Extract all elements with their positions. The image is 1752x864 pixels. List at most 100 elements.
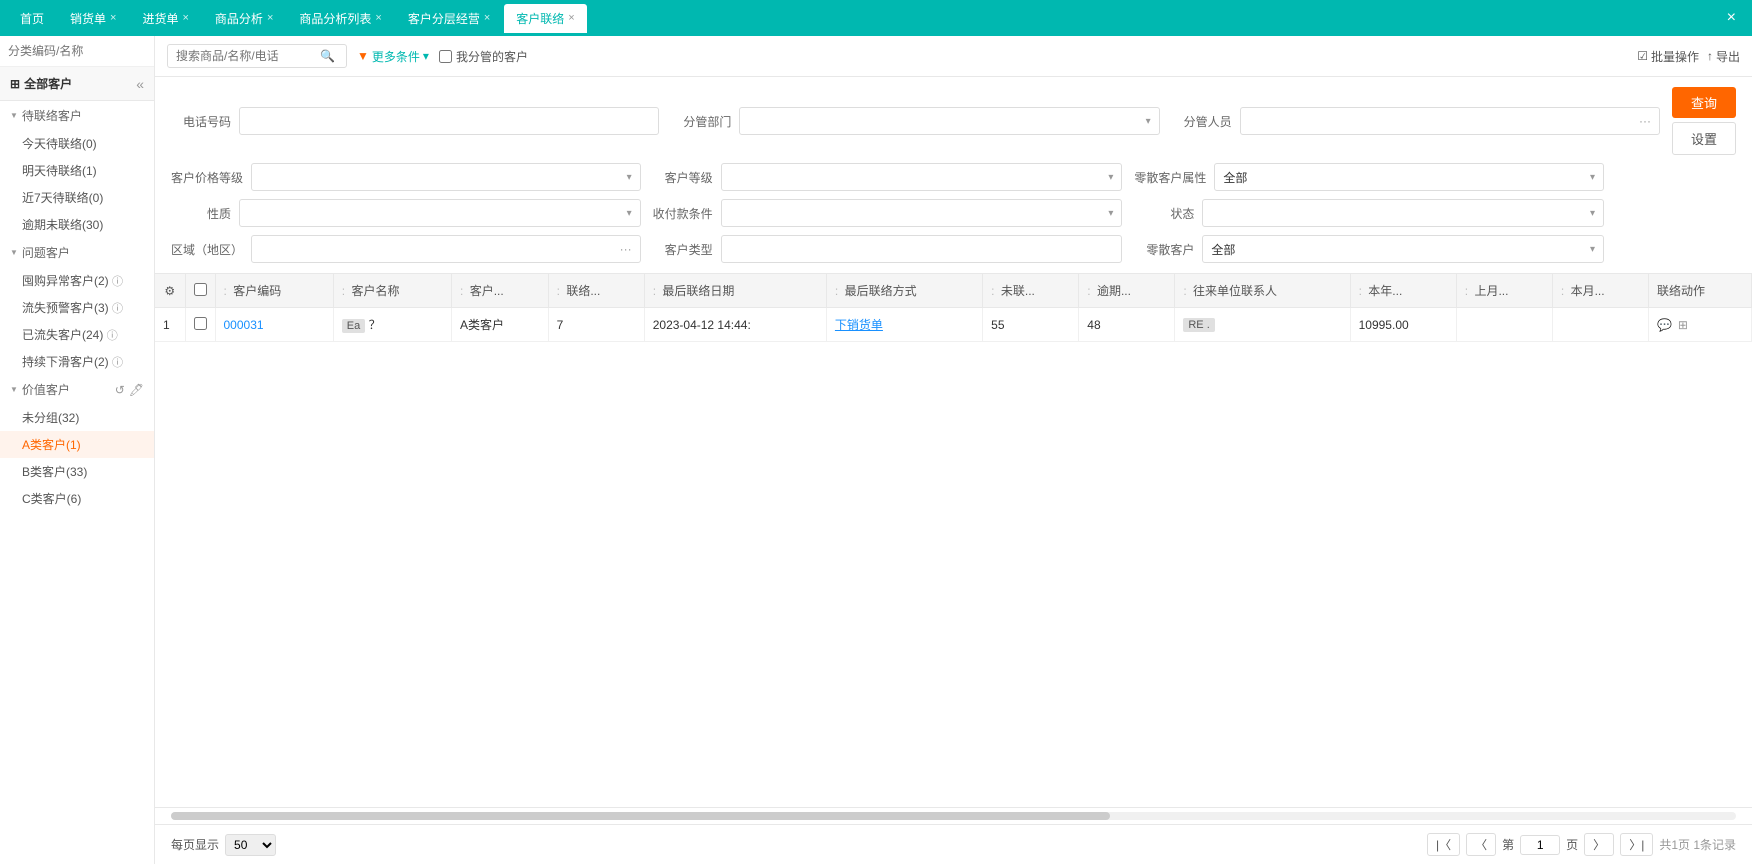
filter-customer-level-input[interactable]: ▾ xyxy=(721,163,1123,191)
section-title-problem[interactable]: ▼ 问题客户 xyxy=(0,238,154,267)
th-uncontacted[interactable]: : 未联... xyxy=(983,274,1079,308)
page-number-input[interactable] xyxy=(1520,835,1560,855)
more-action-icon[interactable]: ⊞ xyxy=(1678,318,1688,332)
th-this-month[interactable]: : 本月... xyxy=(1552,274,1648,308)
th-contact-count[interactable]: : 联络... xyxy=(548,274,644,308)
th-gear[interactable]: ⚙ xyxy=(155,274,185,308)
sidebar-collapse-button[interactable]: « xyxy=(136,76,144,92)
sidebar-item-a-class[interactable]: A类客户(1) xyxy=(0,431,154,458)
th-this-year[interactable]: : 本年... xyxy=(1350,274,1456,308)
sidebar-item-7days[interactable]: 近7天待联络(0) xyxy=(0,184,154,211)
next-page-button[interactable]: 〉 xyxy=(1584,833,1614,856)
filter-status-input[interactable]: ▾ xyxy=(1202,199,1604,227)
horizontal-scrollbar[interactable] xyxy=(155,807,1752,824)
setting-button[interactable]: 设置 xyxy=(1672,122,1736,155)
sidebar-item-c-class[interactable]: C类客户(6) xyxy=(0,485,154,512)
th-customer-name[interactable]: : 客户名称 xyxy=(333,274,451,308)
nav-tab-goods-analysis[interactable]: 商品分析 × xyxy=(203,4,285,33)
main-search-input[interactable] xyxy=(176,49,316,63)
close-goods-list-icon[interactable]: × xyxy=(375,12,381,24)
filter-retail-customer-input[interactable]: 全部 ▾ xyxy=(1202,235,1604,263)
th-checkbox[interactable] xyxy=(185,274,215,308)
td-last-contact-method[interactable]: 下销货单 xyxy=(826,308,982,342)
nav-tab-customer-layer[interactable]: 客户分层经营 × xyxy=(396,4,502,33)
th-last-month[interactable]: : 上月... xyxy=(1456,274,1552,308)
price-level-arrow-icon: ▾ xyxy=(627,172,632,183)
sidebar-item-tomorrow[interactable]: 明天待联络(1) xyxy=(0,157,154,184)
select-all-checkbox[interactable] xyxy=(194,283,207,296)
filter-customer-level-label: 客户等级 xyxy=(653,169,713,186)
filter-person-input[interactable]: ··· xyxy=(1240,107,1660,135)
filter-customer-type-input[interactable] xyxy=(721,235,1123,263)
my-customers-checkbox[interactable] xyxy=(439,50,452,63)
nav-tab-sales[interactable]: 销货单 × xyxy=(58,4,128,33)
sidebar-item-declining[interactable]: 持续下滑客户(2) ⓘ xyxy=(0,348,154,375)
th-customer-type-col[interactable]: : 客户... xyxy=(452,274,549,308)
nav-tab-customer-contact[interactable]: 客户联络 × xyxy=(504,4,586,33)
last-page-button[interactable]: 〉| xyxy=(1620,833,1653,856)
sidebar-search-bar: 🔍 xyxy=(0,36,154,67)
filter-nature: 性质 ▾ xyxy=(171,199,641,227)
section-title-pending[interactable]: ▼ 待联络客户 xyxy=(0,101,154,130)
customer-name-tag: Ea xyxy=(342,319,365,333)
sidebar-header: ⊞ 全部客户 « xyxy=(0,67,154,101)
filter-price-level-input[interactable]: ▾ xyxy=(251,163,641,191)
page-size-control: 每页显示 50 100 200 xyxy=(171,834,276,856)
close-purchase-icon[interactable]: × xyxy=(182,12,188,24)
row-checkbox[interactable] xyxy=(194,317,207,330)
th-contact-person[interactable]: : 往来单位联系人 xyxy=(1175,274,1350,308)
first-page-button[interactable]: |〈 xyxy=(1427,833,1460,856)
sidebar-search-input[interactable] xyxy=(8,44,155,58)
my-customers-checkbox-area[interactable]: 我分管的客户 xyxy=(439,48,528,65)
batch-op-button[interactable]: ☑ 批量操作 xyxy=(1637,48,1699,65)
sidebar-item-churn-warning[interactable]: 流失预警客户(3) ⓘ xyxy=(0,294,154,321)
batch-op-icon: ☑ xyxy=(1637,49,1648,63)
filter-phone-input[interactable] xyxy=(239,107,659,135)
sidebar-item-today[interactable]: 今天待联络(0) xyxy=(0,130,154,157)
th-last-contact-date-label: 最后联络日期 xyxy=(662,284,734,298)
close-customer-contact-icon[interactable]: × xyxy=(568,12,574,24)
filter-phone-label: 电话号码 xyxy=(171,113,231,130)
retail-customer-value: 全部 xyxy=(1211,241,1235,258)
close-goods-analysis-icon[interactable]: × xyxy=(267,12,273,24)
filter-retail-attr-input[interactable]: 全部 ▾ xyxy=(1214,163,1604,191)
td-checkbox[interactable] xyxy=(185,308,215,342)
sidebar-all-customers[interactable]: ⊞ 全部客户 xyxy=(10,75,72,92)
nav-tab-goods-list[interactable]: 商品分析列表 × xyxy=(287,4,393,33)
filter-row-3: 性质 ▾ 收付款条件 ▾ 状态 ▾ xyxy=(171,199,1736,227)
contact-method-link[interactable]: 下销货单 xyxy=(835,318,883,332)
filter-nature-input[interactable]: ▾ xyxy=(239,199,641,227)
filter-payment-input[interactable]: ▾ xyxy=(721,199,1123,227)
sidebar-item-b-class[interactable]: B类客户(33) xyxy=(0,458,154,485)
filter-region-input[interactable]: ··· xyxy=(251,235,641,263)
th-overdue[interactable]: : 逾期... xyxy=(1079,274,1175,308)
export-button[interactable]: ↑ 导出 xyxy=(1707,48,1740,65)
nav-tab-goods-analysis-label: 商品分析 xyxy=(215,10,263,27)
sidebar-item-abnormal[interactable]: 囤购异常客户(2) ⓘ xyxy=(0,267,154,294)
refresh-value-icon[interactable]: ↺ xyxy=(115,383,125,397)
add-value-icon[interactable]: 🖊 xyxy=(129,383,144,397)
more-filters-button[interactable]: ▼ 更多条件 ▾ xyxy=(357,48,429,65)
th-last-contact-method[interactable]: : 最后联络方式 xyxy=(826,274,982,308)
td-customer-code[interactable]: 000031 xyxy=(215,308,333,342)
sidebar-item-churned[interactable]: 已流失客户(24) ⓘ xyxy=(0,321,154,348)
pagination-bar: 每页显示 50 100 200 |〈 〈 第 页 〉 〉| 共1页 1条记录 xyxy=(155,824,1752,864)
close-sales-icon[interactable]: × xyxy=(110,12,116,24)
scrollbar-thumb[interactable] xyxy=(171,812,1110,820)
sidebar-item-ungrouped[interactable]: 未分组(32) xyxy=(0,404,154,431)
nav-tab-home[interactable]: 首页 xyxy=(8,4,56,33)
th-customer-code[interactable]: : 客户编码 xyxy=(215,274,333,308)
filter-dept-input[interactable]: ▾ xyxy=(739,107,1159,135)
main-search-icon[interactable]: 🔍 xyxy=(320,49,335,63)
sidebar-item-abnormal-label: 囤购异常客户(2) xyxy=(22,274,109,288)
th-last-contact-date[interactable]: : 最后联络日期 xyxy=(644,274,826,308)
chat-action-icon[interactable]: 💬 xyxy=(1657,318,1672,332)
sidebar-item-overdue[interactable]: 逾期未联络(30) xyxy=(0,211,154,238)
nav-tab-purchase[interactable]: 进货单 × xyxy=(130,4,200,33)
query-button[interactable]: 查询 xyxy=(1672,87,1736,118)
customer-level-arrow-icon: ▾ xyxy=(1108,172,1113,183)
prev-page-button[interactable]: 〈 xyxy=(1466,833,1496,856)
close-customer-layer-icon[interactable]: × xyxy=(484,12,490,24)
close-all-button[interactable]: × xyxy=(1719,5,1744,31)
page-size-select[interactable]: 50 100 200 xyxy=(225,834,276,856)
